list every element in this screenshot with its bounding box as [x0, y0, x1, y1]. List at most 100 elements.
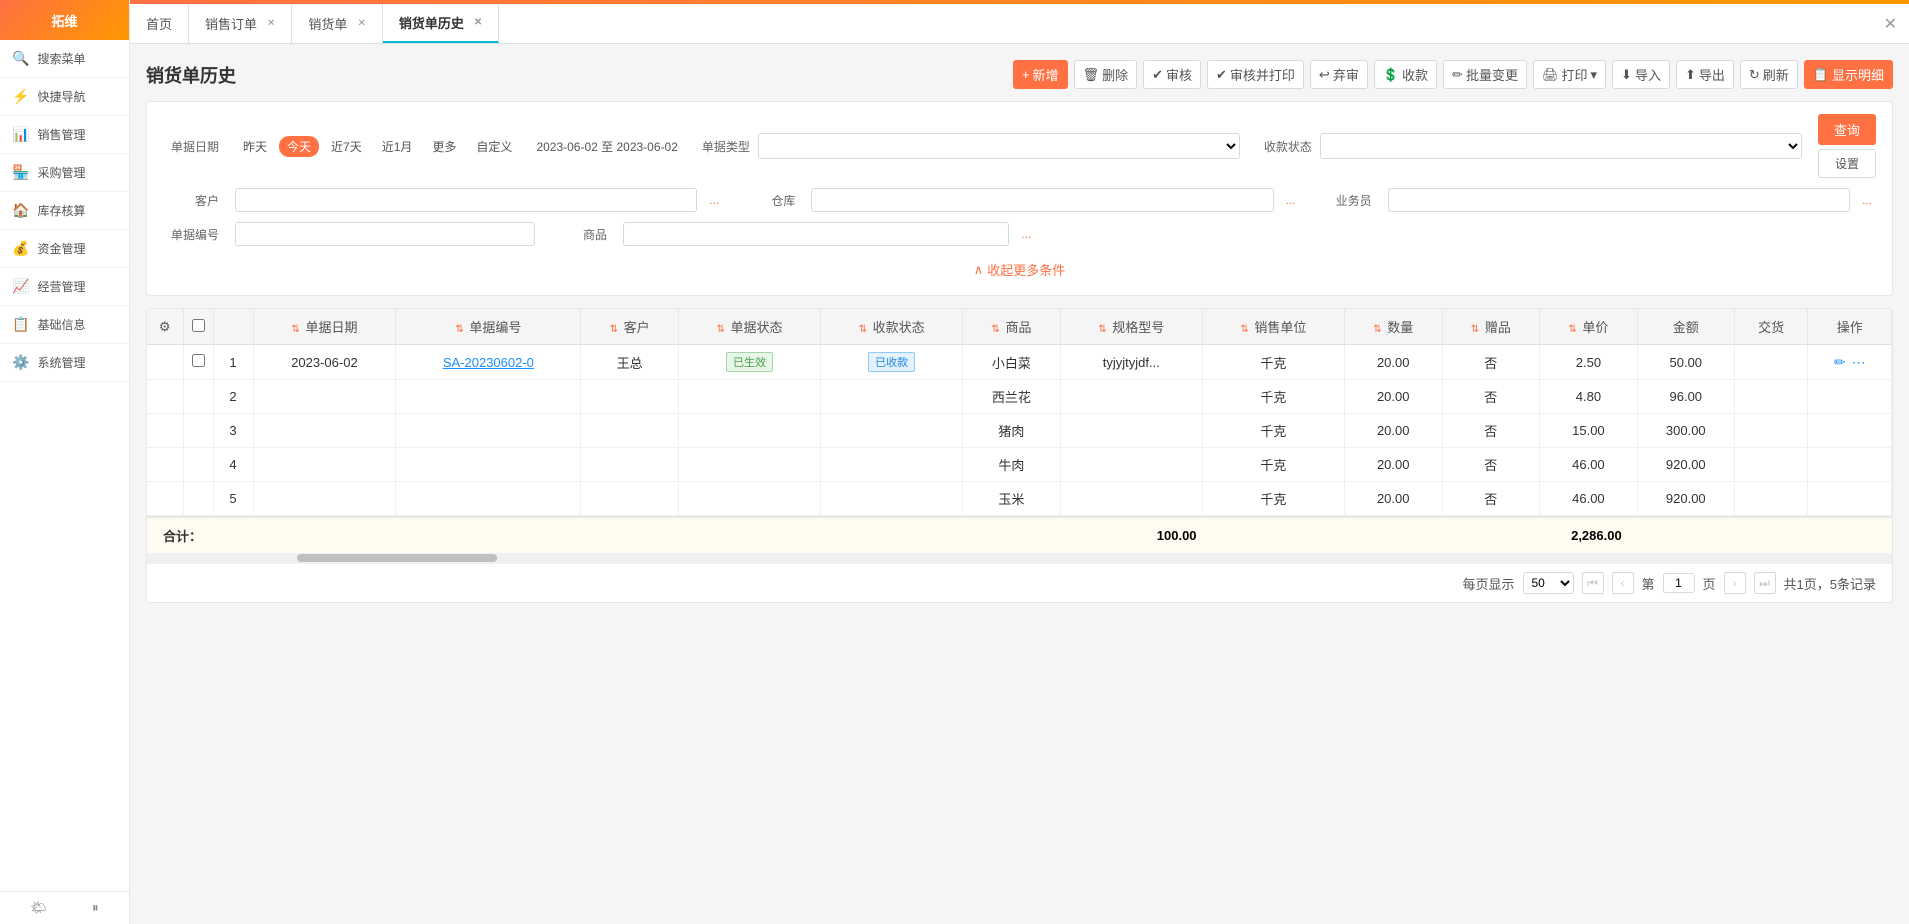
tab-sales-history-close[interactable]: ✕ — [474, 17, 482, 28]
row-doc-no[interactable] — [396, 380, 581, 414]
horizontal-scrollbar[interactable] — [147, 553, 1892, 563]
row-action[interactable] — [1808, 414, 1892, 448]
prev-page-btn[interactable]: ‹ — [1612, 572, 1634, 594]
row-checkbox-cell[interactable] — [183, 414, 213, 448]
batch-change-button[interactable]: ✏ 批量变更 — [1443, 60, 1527, 89]
row-action[interactable]: ✏ ⋯ — [1808, 345, 1892, 380]
sidebar-item-capital-mgmt[interactable]: 💰 资金管理 — [0, 230, 129, 268]
row-checkbox-cell[interactable] — [183, 482, 213, 516]
table-gear-icon[interactable]: ⚙ — [159, 319, 171, 334]
date-chip-today[interactable]: 今天 — [279, 136, 319, 157]
tab-sales-goods[interactable]: 销货单 ✕ — [292, 4, 382, 43]
date-chip-last7days[interactable]: 近7天 — [323, 136, 370, 157]
row-transaction — [1734, 482, 1808, 516]
page-number-input[interactable] — [1663, 573, 1695, 593]
row-checkbox-cell[interactable] — [183, 345, 213, 380]
show-details-button[interactable]: 📋 显示明细 — [1804, 60, 1893, 89]
customer-header[interactable]: ⇅ 客户 — [581, 309, 679, 345]
spec-type-header[interactable]: ⇅ 规格型号 — [1060, 309, 1202, 345]
query-button[interactable]: 查询 — [1818, 114, 1876, 145]
doc-no-link[interactable]: SA-20230602-0 — [443, 355, 534, 370]
date-chip-last1month[interactable]: 近1月 — [374, 136, 421, 157]
collect-status-select[interactable] — [1320, 133, 1802, 159]
setting-button[interactable]: 设置 — [1818, 149, 1876, 178]
customer-ellipsis[interactable]: ... — [705, 191, 723, 209]
goods-input[interactable] — [623, 222, 1009, 246]
customer-input[interactable] — [235, 188, 697, 212]
collapse-button[interactable]: ∧ 收起更多条件 — [970, 256, 1070, 283]
table-checkbox-header[interactable] — [183, 309, 213, 345]
first-page-btn[interactable]: ⏮ — [1582, 572, 1604, 594]
edit-row-icon[interactable]: ✏ — [1834, 354, 1846, 371]
refresh-button[interactable]: ↻ 刷新 — [1740, 60, 1798, 89]
per-page-select[interactable]: 50 20 100 — [1523, 572, 1574, 594]
tab-close-all[interactable]: ✕ — [1872, 4, 1909, 43]
date-chip-yesterday[interactable]: 昨天 — [235, 136, 275, 157]
tab-home[interactable]: 首页 — [130, 4, 189, 43]
last-page-btn[interactable]: ⏭ — [1754, 572, 1776, 594]
salesperson-input[interactable] — [1388, 188, 1850, 212]
tab-sales-order-close[interactable]: ✕ — [267, 18, 275, 29]
row-doc-no[interactable] — [396, 448, 581, 482]
sidebar-item-sales-mgmt[interactable]: 📊 销售管理 — [0, 116, 129, 154]
print-button[interactable]: 🖨 打印 ▾ — [1533, 60, 1606, 89]
sort-icon: ⇅ — [1568, 324, 1576, 335]
delete-button[interactable]: 🗑 删除 — [1074, 60, 1138, 89]
print-arrow-icon: ▾ — [1591, 67, 1598, 83]
sidebar-item-search-menu[interactable]: 🔍 搜索菜单 — [0, 40, 129, 78]
row-checkbox[interactable] — [192, 354, 205, 367]
row-checkbox-cell[interactable] — [183, 448, 213, 482]
quantity-header[interactable]: ⇅ 数量 — [1344, 309, 1442, 345]
review-button[interactable]: ✔ 审核 — [1143, 60, 1201, 89]
doc-date-header[interactable]: ⇅ 单据日期 — [253, 309, 396, 345]
date-chip-custom[interactable]: 自定义 — [468, 136, 520, 157]
table-config-header[interactable]: ⚙ — [147, 309, 183, 345]
table-row: 1 2023-06-02 SA-20230602-0 王总 已生效 已收款 小白… — [147, 345, 1892, 380]
gift-header[interactable]: ⇅ 赠品 — [1442, 309, 1540, 345]
review-print-button[interactable]: ✔ 审核并打印 — [1207, 60, 1304, 89]
select-all-checkbox[interactable] — [192, 319, 205, 332]
unit-price-header[interactable]: ⇅ 单价 — [1540, 309, 1638, 345]
total-quantity: 100.00 — [1113, 528, 1240, 543]
import-button[interactable]: ⬇ 导入 — [1612, 60, 1670, 89]
next-page-btn[interactable]: › — [1724, 572, 1746, 594]
sidebar-item-basic-info[interactable]: 📋 基础信息 — [0, 306, 129, 344]
sales-unit-header[interactable]: ⇅ 销售单位 — [1202, 309, 1344, 345]
row-amount: 50.00 — [1637, 345, 1734, 380]
tab-sales-order[interactable]: 销售订单 ✕ — [189, 4, 292, 43]
doc-number-input[interactable] — [235, 222, 535, 246]
row-doc-no[interactable]: SA-20230602-0 — [396, 345, 581, 380]
date-chip-more[interactable]: 更多 — [424, 136, 464, 157]
sidebar-item-operations-mgmt[interactable]: 📈 经营管理 — [0, 268, 129, 306]
doc-type-select[interactable] — [758, 133, 1240, 159]
new-button[interactable]: + 新增 — [1013, 60, 1068, 89]
tab-sales-goods-close[interactable]: ✕ — [357, 18, 365, 29]
row-doc-no[interactable] — [396, 414, 581, 448]
row-action[interactable] — [1808, 482, 1892, 516]
scrollbar-thumb[interactable] — [297, 554, 497, 562]
warehouse-ellipsis[interactable]: ... — [1282, 191, 1300, 209]
row-action[interactable] — [1808, 448, 1892, 482]
tab-sales-history[interactable]: 销货单历史 ✕ — [383, 4, 499, 43]
sun-icon[interactable]: 🌤 — [30, 900, 47, 916]
doc-status-header[interactable]: ⇅ 单据状态 — [678, 309, 820, 345]
sidebar-item-inventory[interactable]: 🏠 库存核算 — [0, 192, 129, 230]
doc-no-header[interactable]: ⇅ 单据编号 — [396, 309, 581, 345]
row-checkbox-cell[interactable] — [183, 380, 213, 414]
goods-ellipsis[interactable]: ... — [1017, 225, 1035, 243]
sidebar-item-quick-nav[interactable]: ⚡ 快捷导航 — [0, 78, 129, 116]
row-doc-no[interactable] — [396, 482, 581, 516]
toolbar: + 新增 🗑 删除 ✔ 审核 ✔ 审核并打印 ↩ 弃审 — [1013, 60, 1893, 89]
collect-button[interactable]: 💲 收款 — [1374, 60, 1437, 89]
export-button[interactable]: ⬆ 导出 — [1676, 60, 1734, 89]
salesperson-ellipsis[interactable]: ... — [1858, 191, 1876, 209]
more-row-icon[interactable]: ⋯ — [1852, 354, 1866, 371]
pause-icon[interactable]: ⏸ — [92, 900, 99, 916]
goods-header[interactable]: ⇅ 商品 — [963, 309, 1061, 345]
sidebar-item-sys-mgmt[interactable]: ⚙️ 系统管理 — [0, 344, 129, 382]
row-action[interactable] — [1808, 380, 1892, 414]
abandon-button[interactable]: ↩ 弃审 — [1310, 60, 1368, 89]
sidebar-item-purchase-mgmt[interactable]: 🏪 采购管理 — [0, 154, 129, 192]
warehouse-input[interactable] — [811, 188, 1273, 212]
collect-status-header[interactable]: ⇅ 收款状态 — [821, 309, 963, 345]
